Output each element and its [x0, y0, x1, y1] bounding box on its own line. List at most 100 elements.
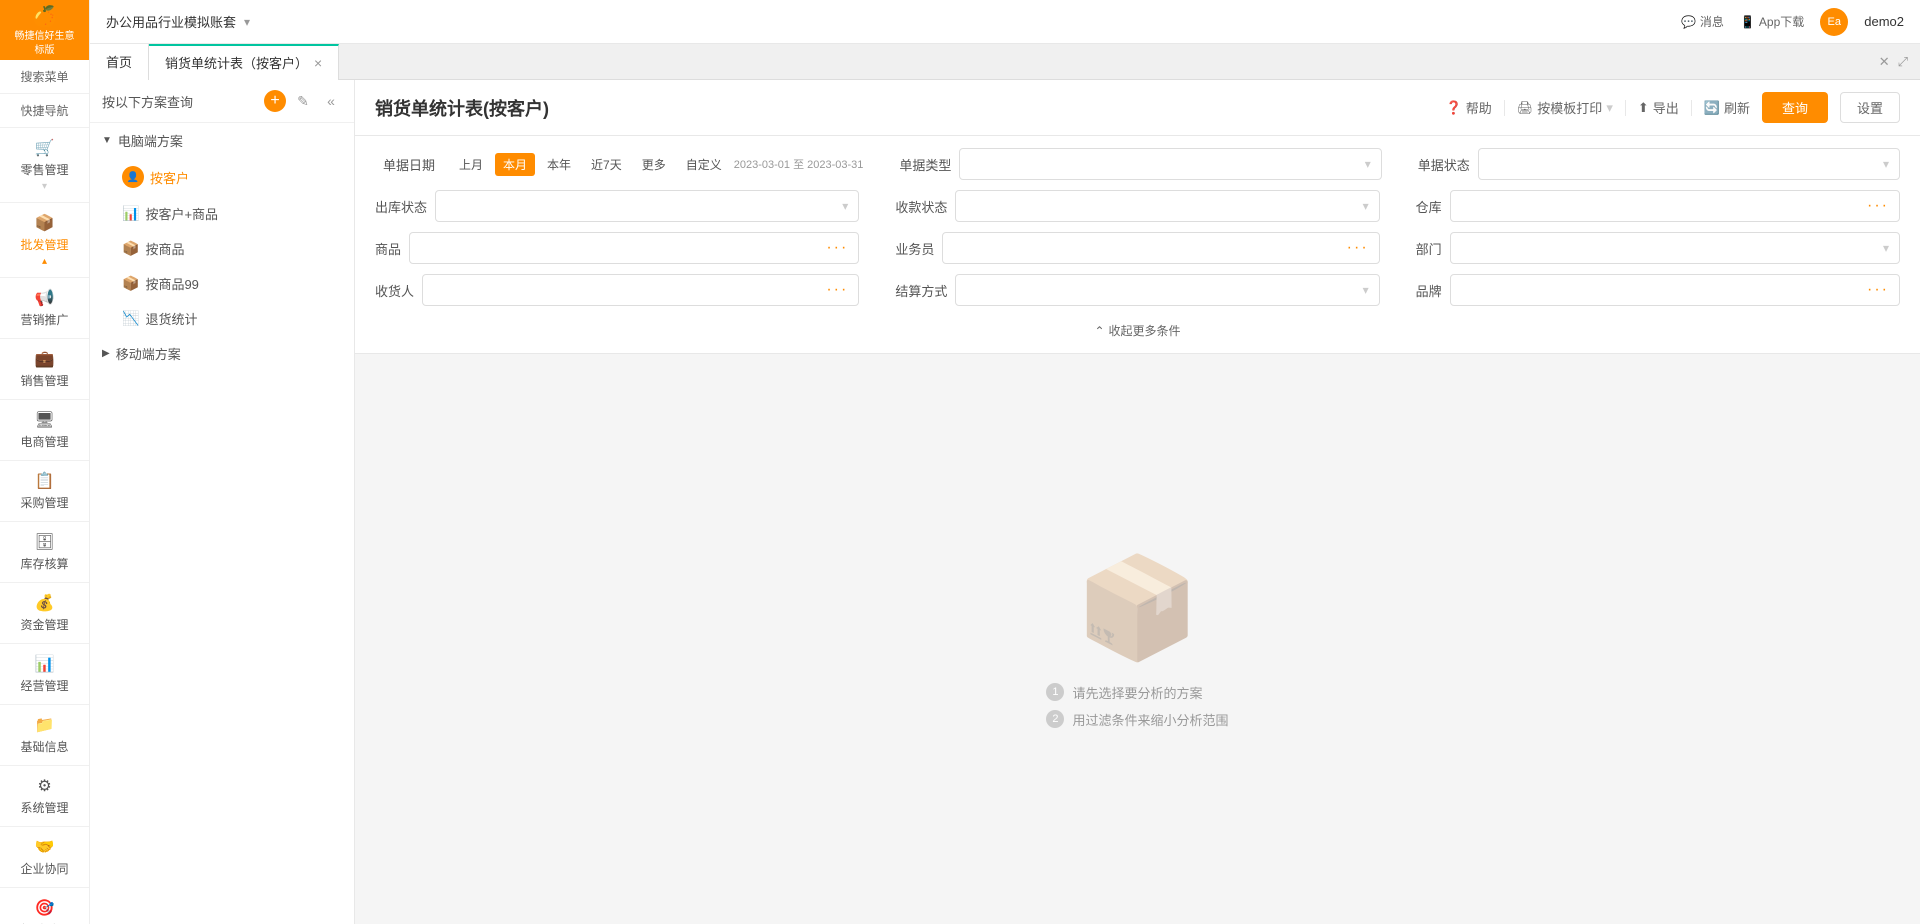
app-subtitle: 标版	[35, 45, 55, 57]
collapse-bar[interactable]: ⌃ 收起更多条件	[375, 316, 1900, 345]
date-btn-thismonth[interactable]: 本月	[495, 153, 535, 176]
out-status-label: 出库状态	[375, 197, 427, 216]
sidebar-label-finance: 资金管理	[20, 616, 68, 633]
sidebar-item-wholesale[interactable]: 📦 批发管理 ▴	[0, 203, 89, 278]
add-scheme-button[interactable]: +	[264, 90, 286, 112]
tab-home[interactable]: 首页	[90, 44, 149, 80]
quick-nav[interactable]: 快捷导航	[0, 94, 89, 128]
wholesale-icon: 📦	[35, 213, 55, 233]
refresh-action[interactable]: 🔄 刷新	[1704, 98, 1750, 117]
status-label: 单据状态	[1418, 155, 1470, 174]
message-action[interactable]: 💬 消息	[1681, 13, 1724, 30]
warehouse-select[interactable]: ···	[1450, 190, 1900, 222]
scheme-item-customer-product[interactable]: 📊 按客户+商品	[90, 196, 354, 231]
left-panel-header: 按以下方案查询 + ✎ «	[90, 80, 354, 123]
help-action[interactable]: ❓ 帮助	[1446, 98, 1492, 117]
sidebar-item-retail[interactable]: 🛒 零售管理 ▾	[0, 128, 89, 203]
pc-scheme-group: ▼ 电脑端方案 👤 按客户 📊 按客户+商品 📦 按商品	[90, 123, 354, 336]
user-name[interactable]: demo2	[1864, 14, 1904, 29]
dept-select[interactable]: ▾	[1450, 232, 1900, 264]
sidebar-item-operations[interactable]: 📊 经营管理	[0, 644, 89, 705]
main-area: 办公用品行业模拟账套 ▾ 💬 消息 📱 App下载 Ea demo2 首页 销货…	[90, 0, 1920, 924]
sidebar-label-marketing: 营销推广	[20, 311, 68, 328]
brand-select[interactable]: ···	[1450, 274, 1900, 306]
app-icon: 📱	[1740, 15, 1755, 29]
topbar-left: 办公用品行业模拟账套 ▾	[106, 12, 250, 31]
left-panel-title: 按以下方案查询	[102, 92, 193, 111]
sidebar-item-finance[interactable]: 💰 资金管理	[0, 583, 89, 644]
sales-icon: 💼	[35, 349, 55, 369]
divider3	[1691, 100, 1692, 116]
sidebar-label-retail: 零售管理	[20, 161, 68, 178]
filter-row-4: 收货人 ··· 结算方式 ▾ 品牌	[375, 274, 1900, 306]
empty-tips: 1 请先选择要分析的方案 2 用过滤条件来缩小分析范围	[1046, 683, 1228, 729]
sidebar-label-enterprise: 企业协同	[20, 860, 68, 877]
setting-button[interactable]: 设置	[1840, 92, 1900, 123]
sidebar-item-system[interactable]: ⚙ 系统管理	[0, 766, 89, 827]
sidebar-label-purchase: 采购管理	[20, 494, 68, 511]
payment-method-label: 结算方式	[895, 281, 947, 300]
divider1	[1504, 100, 1505, 116]
sidebar-item-guide[interactable]: 🎯 新手引导	[0, 888, 89, 924]
scheme-item-product[interactable]: 📦 按商品	[90, 231, 354, 266]
right-panel: 销货单统计表(按客户) ❓ 帮助 🖨 按模板打印 ▾ ⬆	[355, 80, 1920, 924]
sidebar-item-marketing[interactable]: 📢 营销推广	[0, 278, 89, 339]
user-avatar-text: Ea	[1828, 16, 1841, 28]
app-download-action[interactable]: 📱 App下载	[1740, 13, 1804, 30]
empty-tip-1-text: 请先选择要分析的方案	[1072, 683, 1202, 702]
returns-icon: 📉	[122, 310, 139, 327]
status-select[interactable]: ▾	[1478, 148, 1900, 180]
receiver-select[interactable]: ···	[422, 274, 859, 306]
date-btn-lastmonth[interactable]: 上月	[451, 153, 491, 176]
print-icon: 🖨	[1517, 100, 1534, 116]
topbar-dropdown-icon[interactable]: ▾	[244, 15, 250, 29]
close-window-icon[interactable]: ✕	[1879, 54, 1890, 70]
out-status-select[interactable]: ▾	[435, 190, 859, 222]
date-btn-last7[interactable]: 近7天	[583, 153, 630, 176]
scheme-item-returns[interactable]: 📉 退货统计	[90, 301, 354, 336]
export-icon: ⬆	[1638, 100, 1649, 116]
sidebar-item-basic[interactable]: 📁 基础信息	[0, 705, 89, 766]
mobile-scheme-section[interactable]: ▶ 移动端方案	[90, 336, 354, 371]
staff-label: 业务员	[895, 239, 934, 258]
sidebar-item-sales[interactable]: 💼 销售管理	[0, 339, 89, 400]
collapse-panel-button[interactable]: «	[320, 90, 342, 112]
logo-icon: 🍊	[32, 4, 57, 29]
tab-close-icon[interactable]: ×	[314, 55, 322, 71]
sidebar-item-ecommerce[interactable]: 🖥 电商管理	[0, 400, 89, 461]
goods-select[interactable]: ···	[409, 232, 859, 264]
tab-sales-stats[interactable]: 销货单统计表（按客户） ×	[149, 44, 339, 80]
staff-select[interactable]: ···	[942, 232, 1379, 264]
refresh-label: 刷新	[1724, 98, 1750, 117]
edit-scheme-button[interactable]: ✎	[292, 90, 314, 112]
empty-tip-2: 2 用过滤条件来缩小分析范围	[1046, 710, 1228, 729]
search-menu[interactable]: 搜索菜单	[0, 60, 89, 94]
scheme-item-customer[interactable]: 👤 按客户	[90, 158, 354, 196]
scheme-product-label: 按商品	[145, 239, 184, 258]
sidebar-label-sales: 销售管理	[20, 372, 68, 389]
date-btn-custom[interactable]: 自定义	[678, 153, 730, 176]
print-action[interactable]: 🖨 按模板打印 ▾	[1517, 98, 1613, 117]
pc-scheme-group-header[interactable]: ▼ 电脑端方案	[90, 123, 354, 158]
filter-area: 单据日期 上月 本月 本年 近7天 更多 自定义 2023-03-01 至 20…	[355, 136, 1920, 354]
user-avatar[interactable]: Ea	[1820, 8, 1848, 36]
pc-section-label: 电脑端方案	[118, 131, 183, 150]
maximize-window-icon[interactable]: ⤢	[1898, 54, 1908, 70]
query-button[interactable]: 查询	[1762, 92, 1828, 123]
payment-status-select[interactable]: ▾	[955, 190, 1379, 222]
type-select[interactable]: ▾	[959, 148, 1381, 180]
topbar-right: 💬 消息 📱 App下载 Ea demo2	[1681, 8, 1904, 36]
sidebar-item-purchase[interactable]: 📋 采购管理	[0, 461, 89, 522]
date-btn-thisyear[interactable]: 本年	[539, 153, 579, 176]
topbar-title: 办公用品行业模拟账套	[106, 12, 236, 31]
payment-method-select[interactable]: ▾	[955, 274, 1379, 306]
sidebar-item-inventory[interactable]: 🗄 库存核算	[0, 522, 89, 583]
type-label: 单据类型	[899, 155, 951, 174]
scheme-item-product99[interactable]: 📦 按商品99	[90, 266, 354, 301]
tabbar: 首页 销货单统计表（按客户） × ✕ ⤢	[90, 44, 1920, 80]
date-btn-more[interactable]: 更多	[634, 153, 674, 176]
export-action[interactable]: ⬆ 导出	[1638, 98, 1679, 117]
retail-icon: 🛒	[35, 138, 55, 158]
sidebar-item-enterprise[interactable]: 🤝 企业协同	[0, 827, 89, 888]
left-panel: 按以下方案查询 + ✎ « ▼ 电脑端方案 👤 按客户	[90, 80, 355, 924]
